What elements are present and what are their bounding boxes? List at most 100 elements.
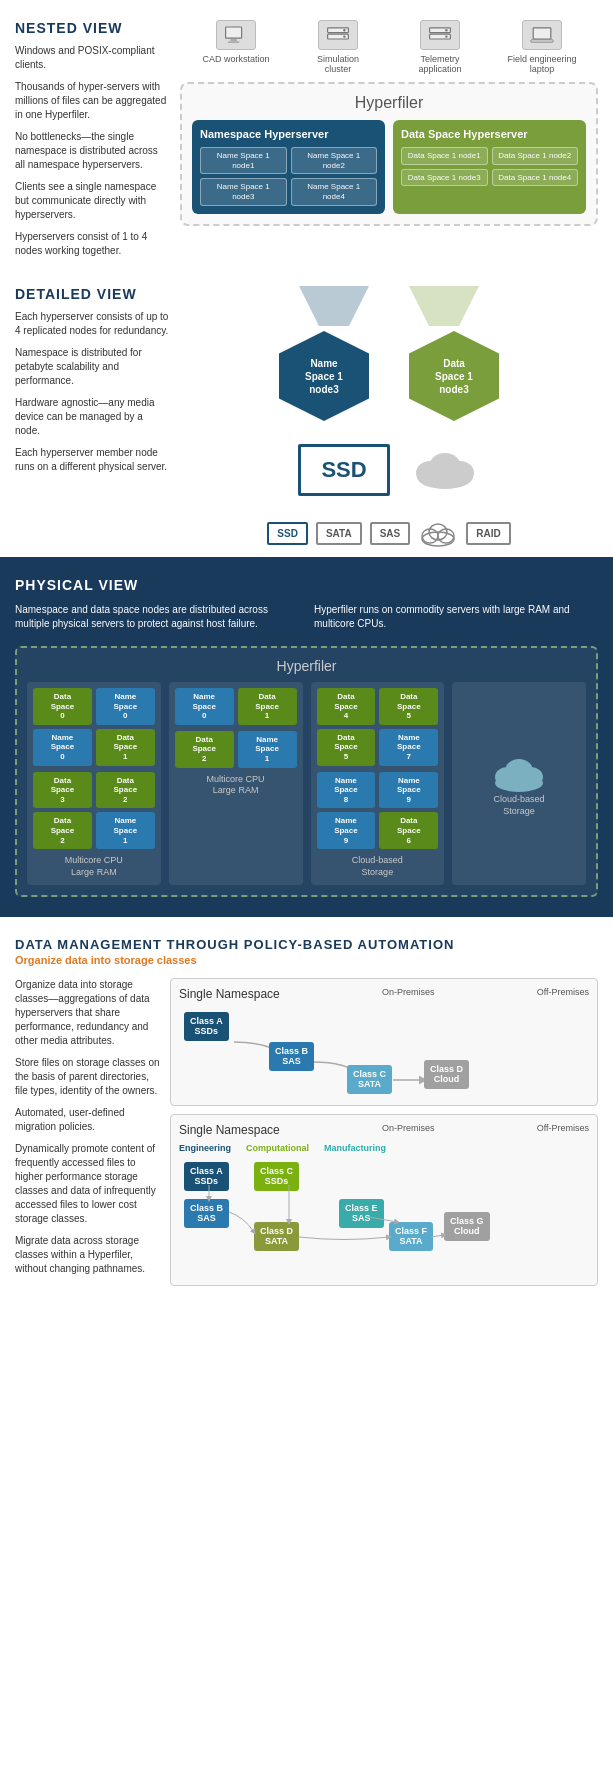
svg-point-6	[343, 35, 345, 37]
funnel-beams	[289, 286, 489, 326]
laptop-icon	[522, 20, 562, 50]
cad-workstation: CAD workstation	[201, 20, 271, 74]
sg1-ns0b: NameSpace0	[33, 729, 92, 766]
server-group-4: Cloud-basedStorage	[452, 682, 586, 885]
dm-para-4: Dynamically promote content of frequentl…	[15, 1142, 160, 1226]
sg3-ds6: DataSpace6	[379, 812, 438, 849]
cad-icon	[216, 20, 256, 50]
detailed-para-3: Hardware agnostic—any media device can b…	[15, 396, 170, 438]
sas-badge: SAS	[370, 522, 411, 545]
namespace-hyperserver: Namespace Hyperserver Name Space 1 node1…	[192, 120, 385, 214]
ds-node-2: Data Space 1 node2	[492, 147, 579, 165]
server-group-3: DataSpace4 DataSpace5 DataSpace5 NameSpa…	[311, 682, 445, 885]
cloud-phys-icon	[489, 749, 549, 794]
detailed-view-text: DETAILED VIEW Each hyperserver consists …	[15, 286, 170, 482]
sg3-top: DataSpace4 DataSpace5 DataSpace5 NameSpa…	[317, 688, 439, 766]
sg3-ns9: NameSpace9	[379, 772, 438, 809]
ns-node-3: Name Space 1 node3	[200, 178, 287, 205]
physical-desc-right: Hyperfiler runs on commodity servers wit…	[314, 603, 598, 631]
client-icons-row: CAD workstation Simulation cluster Telem…	[180, 20, 598, 74]
field-laptop: Field engineering laptop	[507, 20, 577, 74]
sg2-ns1: NameSpace1	[238, 731, 297, 768]
sg4-label: Cloud-basedStorage	[494, 794, 545, 817]
detailed-view-visual: NameSpace 1node3 DataSpace 1node3 SSD SS…	[180, 286, 598, 547]
dm-para-1: Organize data into storage classes—aggre…	[15, 978, 160, 1048]
hyperfiler-container: Hyperfiler Namespace Hyperserver Name Sp…	[180, 82, 598, 226]
sg3-ds4: DataSpace4	[317, 688, 376, 725]
nd1-title: Single Namespace	[179, 987, 280, 1001]
ns-big-node: NameSpace 1node3	[279, 331, 369, 421]
svg-marker-13	[299, 286, 369, 326]
hyperfiler-title: Hyperfiler	[192, 94, 586, 112]
physical-desc-left: Namespace and data space nodes are distr…	[15, 603, 299, 631]
nd2-arrows	[179, 1157, 499, 1277]
nested-para-1: Windows and POSIX-compliant clients.	[15, 44, 170, 72]
sg1-bottom: DataSpace3 DataSpace2 DataSpace2 NameSpa…	[33, 772, 155, 850]
hyperfiler-physical-title: Hyperfiler	[27, 658, 586, 674]
nested-para-4: Clients see a single namespace but commu…	[15, 180, 170, 222]
sg3-ds5b: DataSpace5	[317, 729, 376, 766]
nested-para-3: No bottlenecks—the single namespace is d…	[15, 130, 170, 172]
class-c-box: Class CSATA	[347, 1065, 392, 1095]
class-d-box: Class DCloud	[424, 1060, 469, 1090]
ssd-large-box: SSD	[298, 444, 389, 496]
class-a: Class ASSDs	[184, 1012, 229, 1042]
sg1-top: DataSpace0 NameSpace0 NameSpace0 DataSpa…	[33, 688, 155, 766]
server-icon	[318, 20, 358, 50]
class-b: Class BSAS	[269, 1042, 314, 1072]
sg2-ns0: NameSpace0	[175, 688, 234, 725]
mfg-label: Manufacturing	[324, 1143, 386, 1153]
dm-para-3: Automated, user-defined migration polici…	[15, 1106, 160, 1134]
cloud-small-icon	[418, 519, 458, 547]
big-nodes: NameSpace 1node3 DataSpace 1node3	[279, 331, 499, 421]
physical-desc: Namespace and data space nodes are distr…	[15, 603, 598, 631]
sim-label: Simulation cluster	[317, 54, 359, 74]
nd2-title: Single Namespace	[179, 1123, 280, 1137]
sg2-ds1: DataSpace1	[238, 688, 297, 725]
class-d: Class DCloud	[424, 1060, 469, 1090]
ds-big-label: DataSpace 1node3	[430, 352, 478, 401]
sg3-label: Cloud-basedStorage	[317, 855, 439, 878]
detailed-view-section: DETAILED VIEW Each hyperserver consists …	[0, 276, 613, 557]
sg1-ns1: NameSpace1	[96, 812, 155, 849]
ds-node-grid: Data Space 1 node1 Data Space 1 node2 Da…	[401, 147, 578, 186]
sg2-bottom: DataSpace2 NameSpace1	[175, 731, 297, 768]
sg1-label: Multicore CPULarge RAM	[33, 855, 155, 878]
server-group-1: DataSpace0 NameSpace0 NameSpace0 DataSpa…	[27, 682, 161, 885]
raid-badge: RAID	[466, 522, 510, 545]
svg-marker-14	[409, 286, 479, 326]
ns-diagram-1: Single Namespace On-Premises Off-Premise…	[170, 978, 598, 1106]
nd1-header: Single Namespace On-Premises Off-Premise…	[179, 987, 589, 1001]
svg-point-10	[445, 35, 447, 37]
ds-node-3: Data Space 1 node3	[401, 169, 488, 187]
sata-badge: SATA	[316, 522, 362, 545]
nd2-header: Single Namespace On-Premises Off-Premise…	[179, 1123, 589, 1137]
svg-rect-1	[230, 39, 236, 41]
data-mgmt-subtitle: Organize data into storage classes	[15, 954, 598, 966]
sg1-ds0: DataSpace0	[33, 688, 92, 725]
data-mgmt-text: Organize data into storage classes—aggre…	[15, 978, 160, 1286]
hyperfiler-physical-box: Hyperfiler DataSpace0 NameSpace0 NameSpa…	[15, 646, 598, 897]
detailed-view-title: DETAILED VIEW	[15, 286, 170, 302]
class-a-box: Class ASSDs	[184, 1012, 229, 1042]
sg3-ns7: NameSpace7	[379, 729, 438, 766]
nested-view-title: NESTED VIEW	[15, 20, 170, 36]
nd1-offprem: Off-Premises	[537, 987, 589, 1001]
sg3-bottom: NameSpace8 NameSpace9 NameSpace9 DataSpa…	[317, 772, 439, 850]
class-c: Class CSATA	[347, 1065, 392, 1095]
ds-node-4: Data Space 1 node4	[492, 169, 579, 187]
sg1-ds3: DataSpace3	[33, 772, 92, 809]
svg-point-9	[445, 29, 447, 31]
comp-label: Computational	[246, 1143, 309, 1153]
nd1-onprem: On-Premises	[382, 987, 435, 1001]
nested-view-section: NESTED VIEW Windows and POSIX-compliant …	[0, 0, 613, 276]
telemetry-label: Telemetry application	[418, 54, 461, 74]
nested-para-2: Thousands of hyper-servers with millions…	[15, 80, 170, 122]
class-b-box: Class BSAS	[269, 1042, 314, 1072]
svg-point-5	[343, 29, 345, 31]
ns-node-grid: Name Space 1 node1 Name Space 1 node2 Na…	[200, 147, 377, 205]
sg3-ds5: DataSpace5	[379, 688, 438, 725]
hyperserver-row: Namespace Hyperserver Name Space 1 node1…	[192, 120, 586, 214]
ds-hs-title: Data Space Hyperserver	[401, 128, 578, 141]
svg-rect-11	[533, 28, 551, 39]
